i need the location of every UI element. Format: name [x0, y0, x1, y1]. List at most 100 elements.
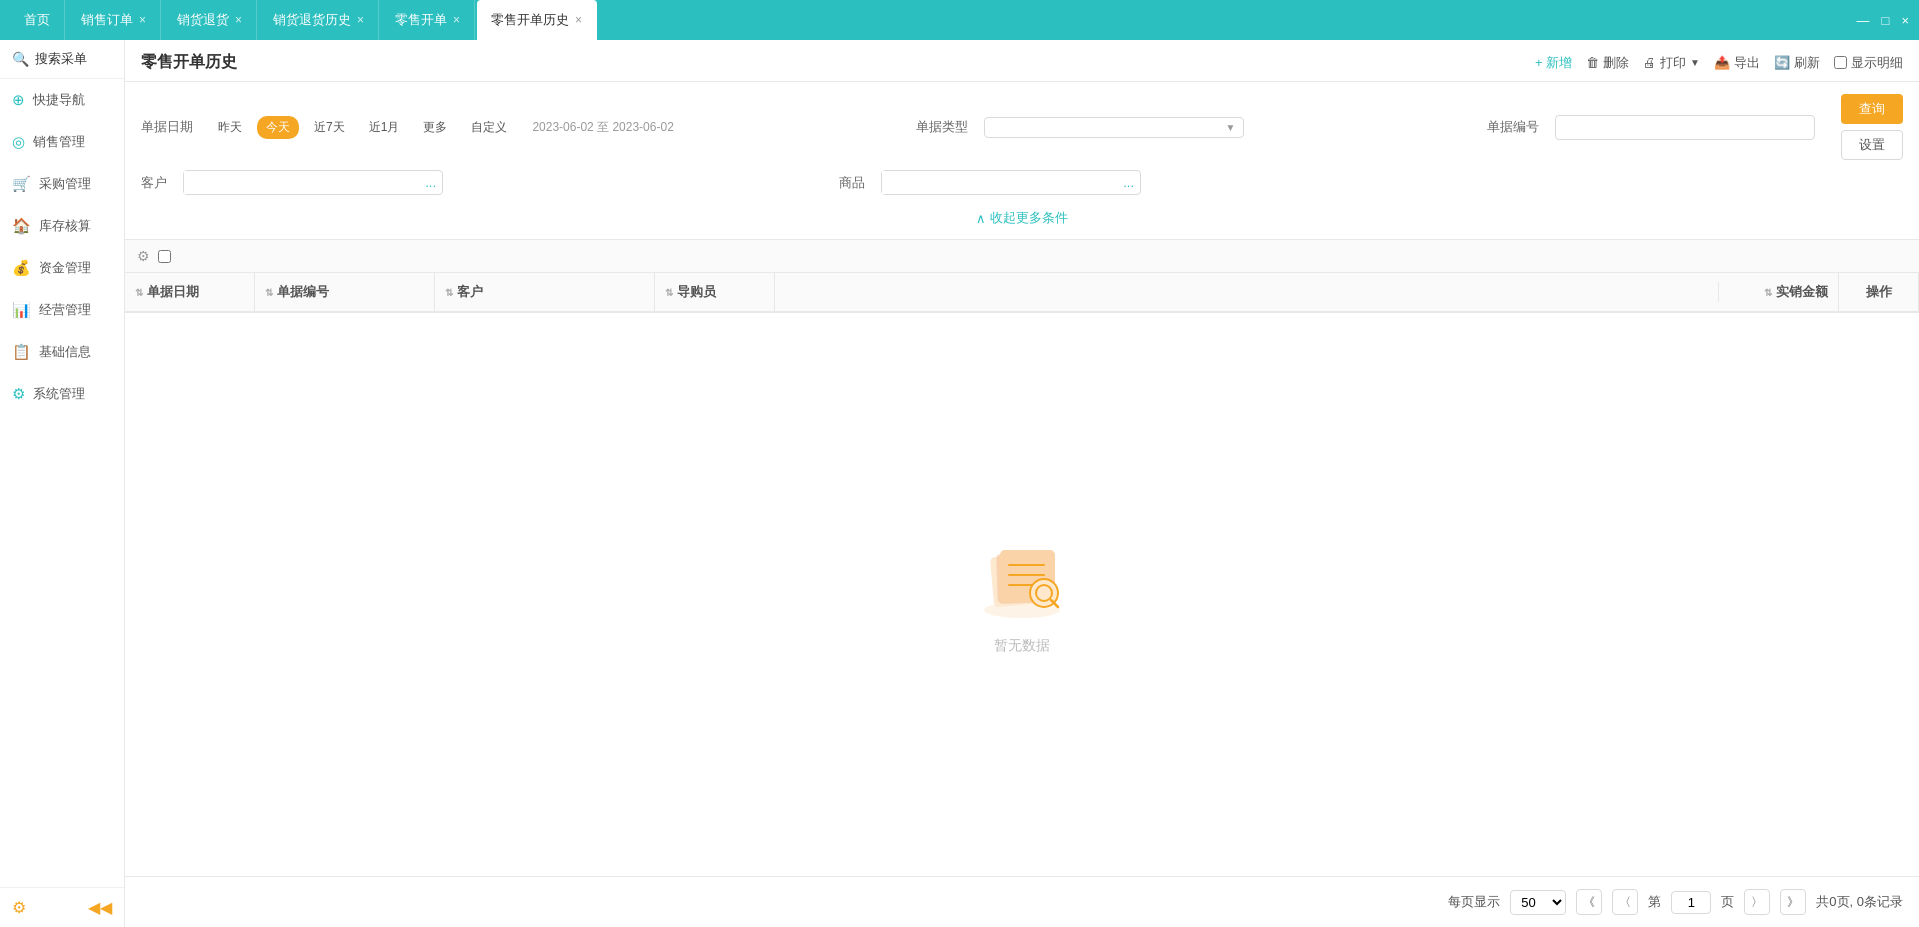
total-info: 共0页, 0条记录	[1816, 893, 1903, 911]
add-button[interactable]: + 新增	[1535, 54, 1572, 72]
tab-close-sales-return-history[interactable]: ×	[357, 13, 364, 27]
refresh-button[interactable]: 🔄 刷新	[1774, 54, 1820, 72]
tab-close-sales-order[interactable]: ×	[139, 13, 146, 27]
tab-home[interactable]: 首页	[10, 0, 65, 40]
sidebar-item-finance[interactable]: 💰 资金管理	[0, 247, 124, 289]
goods-dots-icon[interactable]: ...	[1117, 171, 1140, 194]
window-minimize[interactable]: —	[1857, 13, 1870, 28]
first-page-button[interactable]: 《	[1576, 889, 1602, 915]
date-btn-custom[interactable]: 自定义	[462, 116, 516, 139]
tab-sales-order[interactable]: 销售订单 ×	[67, 0, 161, 40]
th-customer: ⇅ 客户	[435, 273, 655, 311]
goods-input[interactable]	[882, 171, 1117, 194]
sidebar-item-inventory[interactable]: 🏠 库存核算	[0, 205, 124, 247]
tab-retail-open[interactable]: 零售开单 ×	[381, 0, 475, 40]
print-icon: 🖨	[1643, 55, 1656, 70]
date-buttons: 昨天 今天 近7天 近1月 更多 自定义	[209, 116, 516, 139]
sidebar-item-sales-mgmt[interactable]: ◎ 销售管理	[0, 121, 124, 163]
inventory-icon: 🏠	[12, 217, 31, 235]
sort-customer-icon[interactable]: ⇅	[445, 287, 453, 298]
filter-row-2: 客户 ... 商品 ...	[141, 170, 1903, 195]
sidebar-item-label: 系统管理	[33, 385, 85, 403]
customer-input[interactable]	[184, 171, 419, 194]
top-bar: 首页 销售订单 × 销货退货 × 销货退货历史 × 零售开单 × 零售开单历史 …	[0, 0, 1919, 40]
show-detail-input[interactable]	[1834, 56, 1847, 69]
header-actions: + 新增 🗑 删除 🖨 打印 ▼ 📤 导出 🔄 刷新	[1535, 54, 1903, 72]
window-maximize[interactable]: □	[1882, 13, 1890, 28]
filter-row-1: 单据日期 昨天 今天 近7天 近1月 更多 自定义 2023-06-02 至 2…	[141, 94, 1903, 160]
window-actions: — □ ×	[1857, 13, 1909, 28]
sort-date-icon[interactable]: ⇅	[135, 287, 143, 298]
th-guide: ⇅ 导购员	[655, 273, 775, 311]
bill-no-label: 单据编号	[1487, 118, 1539, 136]
date-btn-more[interactable]: 更多	[414, 116, 456, 139]
sidebar-footer: ⚙ ◀◀	[0, 887, 124, 927]
goods-input-wrapper: ...	[881, 170, 1141, 195]
th-fill	[775, 282, 1719, 302]
search-icon: 🔍	[12, 51, 29, 67]
tab-close-retail-open-history[interactable]: ×	[575, 13, 582, 27]
bill-type-dropdown-icon: ▼	[1226, 122, 1236, 133]
empty-text: 暂无数据	[994, 637, 1050, 655]
date-btn-yesterday[interactable]: 昨天	[209, 116, 251, 139]
query-button[interactable]: 查询	[1841, 94, 1903, 124]
sort-guide-icon[interactable]: ⇅	[665, 287, 673, 298]
pagination: 每页显示 50 20 100 《 〈 第 页 〉 》 共0页, 0条记录	[125, 876, 1919, 927]
last-page-button[interactable]: 》	[1780, 889, 1806, 915]
customer-input-wrapper: ...	[183, 170, 443, 195]
date-range: 2023-06-02 至 2023-06-02	[532, 119, 673, 136]
content-area: 零售开单历史 + 新增 🗑 删除 🖨 打印 ▼ 📤 导出 🔄	[125, 40, 1919, 927]
collapse-icon[interactable]: ◀◀	[88, 898, 112, 917]
sidebar-item-system[interactable]: ⚙ 系统管理	[0, 373, 124, 415]
table-body: 暂无数据	[125, 313, 1919, 876]
customer-label: 客户	[141, 174, 167, 192]
table-header: ⇅ 单据日期 ⇅ 单据编号 ⇅ 客户 ⇅ 导购员 ⇅ 实销	[125, 273, 1919, 313]
tab-retail-open-history[interactable]: 零售开单历史 ×	[477, 0, 597, 40]
main-layout: 🔍 搜索采单 ⊕ 快捷导航 ◎ 销售管理 🛒 采购管理 🏠 库存核算 💰	[0, 40, 1919, 927]
sidebar-item-basic-info[interactable]: 📋 基础信息	[0, 331, 124, 373]
next-page-button[interactable]: 〉	[1744, 889, 1770, 915]
page-suffix: 页	[1721, 893, 1734, 911]
refresh-icon: 🔄	[1774, 55, 1790, 70]
tab-close-retail-open[interactable]: ×	[453, 13, 460, 27]
select-all-checkbox[interactable]	[158, 250, 171, 263]
th-amount: ⇅ 实销金额	[1719, 273, 1839, 311]
print-button[interactable]: 🖨 打印 ▼	[1643, 54, 1700, 72]
export-button[interactable]: 📤 导出	[1714, 54, 1760, 72]
collapse-icon: ∧	[976, 211, 986, 226]
tab-sales-return-history[interactable]: 销货退货历史 ×	[259, 0, 379, 40]
sidebar: 🔍 搜索采单 ⊕ 快捷导航 ◎ 销售管理 🛒 采购管理 🏠 库存核算 💰	[0, 40, 125, 927]
customer-dots-icon[interactable]: ...	[419, 171, 442, 194]
collapse-more[interactable]: ∧ 收起更多条件	[141, 205, 1903, 227]
tab-close-sales-return[interactable]: ×	[235, 13, 242, 27]
export-icon: 📤	[1714, 55, 1730, 70]
settings-icon[interactable]: ⚙	[12, 898, 26, 917]
print-dropdown-icon: ▼	[1690, 57, 1700, 68]
sidebar-item-operations[interactable]: 📊 经营管理	[0, 289, 124, 331]
window-close[interactable]: ×	[1901, 13, 1909, 28]
bill-type-select[interactable]: ▼	[984, 117, 1244, 138]
date-btn-1month[interactable]: 近1月	[360, 116, 409, 139]
sort-amount-icon[interactable]: ⇅	[1764, 287, 1772, 298]
bill-no-input[interactable]	[1555, 115, 1815, 140]
sort-bill-no-icon[interactable]: ⇅	[265, 287, 273, 298]
table-settings-icon[interactable]: ⚙	[137, 248, 150, 264]
show-detail-checkbox[interactable]: 显示明细	[1834, 54, 1903, 72]
sidebar-item-quick-nav[interactable]: ⊕ 快捷导航	[0, 79, 124, 121]
sidebar-search[interactable]: 🔍 搜索采单	[0, 40, 124, 79]
page-number-input[interactable]	[1671, 891, 1711, 914]
quick-nav-icon: ⊕	[12, 91, 25, 109]
sidebar-item-label: 库存核算	[39, 217, 91, 235]
tab-sales-return[interactable]: 销货退货 ×	[163, 0, 257, 40]
setting-button[interactable]: 设置	[1841, 130, 1903, 160]
prev-page-button[interactable]: 〈	[1612, 889, 1638, 915]
sidebar-item-label: 快捷导航	[33, 91, 85, 109]
date-btn-today[interactable]: 今天	[257, 116, 299, 139]
system-icon: ⚙	[12, 385, 25, 403]
date-btn-7days[interactable]: 近7天	[305, 116, 354, 139]
sidebar-item-purchase-mgmt[interactable]: 🛒 采购管理	[0, 163, 124, 205]
sidebar-item-label: 资金管理	[39, 259, 91, 277]
delete-button[interactable]: 🗑 删除	[1586, 54, 1629, 72]
empty-state: 暂无数据	[972, 535, 1072, 655]
page-size-select[interactable]: 50 20 100	[1510, 890, 1566, 915]
